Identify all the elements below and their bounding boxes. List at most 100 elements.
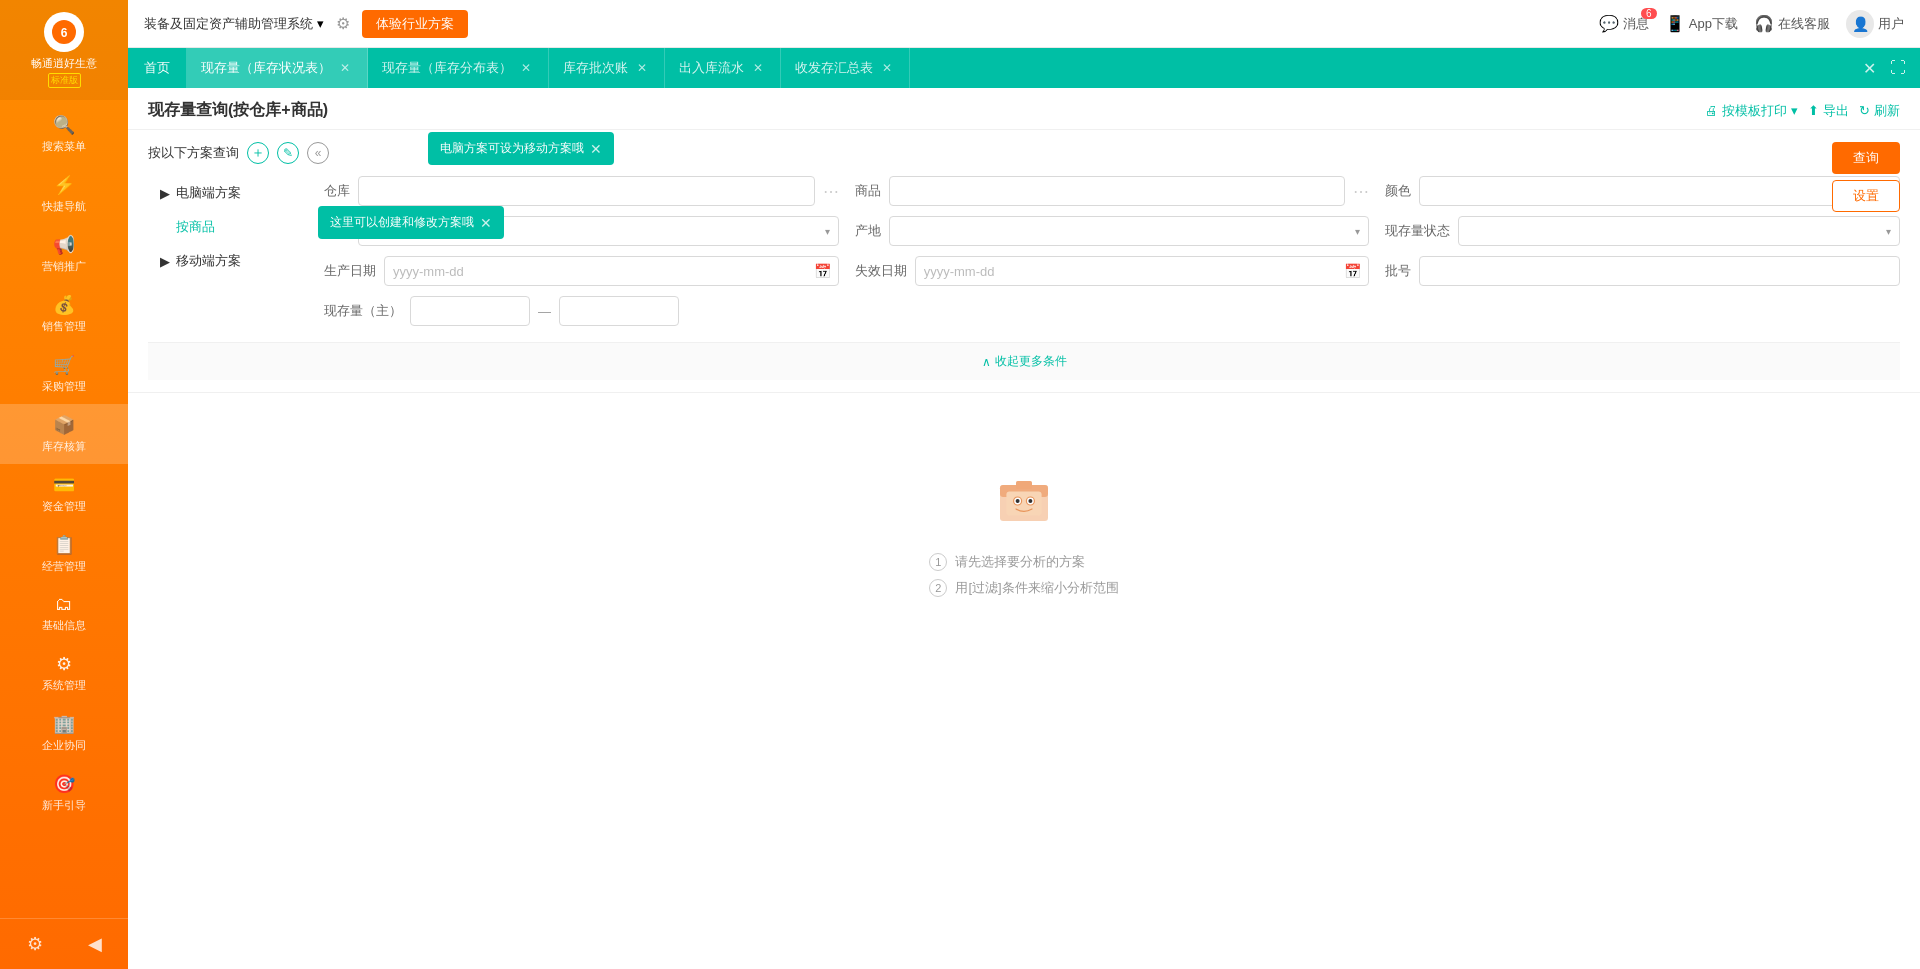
- expire-date-calendar-icon[interactable]: 📅: [1344, 263, 1361, 279]
- header-settings-icon[interactable]: ⚙: [336, 14, 350, 33]
- scheme-tree-desktop-default[interactable]: 按商品: [148, 210, 308, 244]
- scheme-tooltip-close[interactable]: ✕: [590, 141, 602, 157]
- tab-label: 收发存汇总表: [795, 59, 873, 77]
- empty-illustration: [974, 453, 1074, 533]
- stock-qty-min-input[interactable]: [410, 296, 530, 326]
- collapse-up-icon: ∧: [982, 355, 991, 369]
- tab-in-out-flow[interactable]: 出入库流水 ✕: [665, 48, 781, 88]
- filter-row-1: 仓库 ⋯ 商品 ⋯: [324, 176, 1900, 206]
- sidebar-item-enterprise[interactable]: 🏢 企业协同: [0, 703, 128, 763]
- sidebar-item-search[interactable]: 🔍 搜索菜单: [0, 104, 128, 164]
- export-icon: ⬆: [1808, 103, 1819, 118]
- online-service-button[interactable]: 🎧 在线客服: [1754, 14, 1830, 33]
- sidebar-item-finance[interactable]: 💳 资金管理: [0, 464, 128, 524]
- svg-point-8: [1016, 499, 1020, 503]
- filter-back-button[interactable]: «: [307, 142, 329, 164]
- svg-point-9: [1028, 499, 1032, 503]
- sidebar-bottom: ⚙ ◀: [0, 918, 128, 969]
- tip-text-2: 用[过滤]条件来缩小分析范围: [955, 579, 1118, 597]
- top-header: 装备及固定资产辅助管理系统 ▾ ⚙ 体验行业方案 💬 消息 6 📱 App下载 …: [128, 0, 1920, 48]
- export-button[interactable]: ⬆ 导出: [1808, 102, 1849, 120]
- tab-inventory-status[interactable]: 现存量（库存状况表） ✕: [187, 48, 368, 88]
- app-download-button[interactable]: 📱 App下载: [1665, 14, 1738, 33]
- tab-close-icon[interactable]: ✕: [518, 60, 534, 76]
- scheme-tree-desktop[interactable]: ▶ 电脑端方案: [148, 176, 308, 210]
- filter-field-origin: 产地 ▾: [855, 216, 1370, 246]
- system-icon: ⚙: [56, 653, 72, 675]
- print-arrow-icon: ▾: [1791, 103, 1798, 118]
- color-select[interactable]: ▾: [1419, 176, 1900, 206]
- sidebar-collapse-btn[interactable]: ◀: [84, 929, 106, 959]
- warehouse-select[interactable]: [358, 176, 815, 206]
- collapse-bar[interactable]: ∧ 收起更多条件: [148, 342, 1900, 380]
- tab-label: 出入库流水: [679, 59, 744, 77]
- tab-maximize-btn[interactable]: ⛶: [1884, 55, 1912, 81]
- tab-inventory-dist[interactable]: 现存量（库存分布表） ✕: [368, 48, 549, 88]
- print-label: 按模板打印: [1722, 102, 1787, 120]
- tab-minimize-btn[interactable]: ✕: [1857, 55, 1882, 82]
- edit-tooltip-close[interactable]: ✕: [480, 215, 492, 231]
- guide-icon: 🎯: [53, 773, 75, 795]
- sidebar: 6 畅通逍好生意 标准版 🔍 搜索菜单 ⚡ 快捷导航 📢 营销推广 💰 销售管理…: [0, 0, 128, 969]
- sales-icon: 💰: [53, 294, 75, 316]
- system-name-dropdown[interactable]: 装备及固定资产辅助管理系统 ▾: [144, 15, 324, 33]
- batch-input[interactable]: [1419, 256, 1900, 286]
- sidebar-item-label: 基础信息: [42, 618, 86, 633]
- filter-row-2: 尺码 ▾ 产地 ▾: [324, 216, 1900, 246]
- scheme-tree-mobile[interactable]: ▶ 移动端方案: [148, 244, 308, 278]
- marketing-icon: 📢: [53, 234, 75, 256]
- sidebar-item-quick-nav[interactable]: ⚡ 快捷导航: [0, 164, 128, 224]
- refresh-label: 刷新: [1874, 102, 1900, 120]
- user-button[interactable]: 👤 用户: [1846, 10, 1904, 38]
- stock-status-label: 现存量状态: [1385, 222, 1450, 240]
- stock-qty-label: 现存量（主）: [324, 302, 402, 320]
- filter-field-batch: 批号: [1385, 256, 1900, 286]
- tab-close-icon[interactable]: ✕: [337, 60, 353, 76]
- trial-button[interactable]: 体验行业方案: [362, 10, 468, 38]
- sidebar-item-marketing[interactable]: 📢 营销推广: [0, 224, 128, 284]
- print-button[interactable]: 🖨 按模板打印 ▾: [1705, 102, 1798, 120]
- search-icon: 🔍: [53, 114, 75, 136]
- tab-collect-summary[interactable]: 收发存汇总表 ✕: [781, 48, 910, 88]
- sidebar-item-label: 资金管理: [42, 499, 86, 514]
- message-button[interactable]: 💬 消息 6: [1599, 14, 1649, 33]
- sidebar-settings-btn[interactable]: ⚙: [23, 929, 47, 959]
- search-button[interactable]: 查询: [1832, 142, 1900, 174]
- online-service-label: 在线客服: [1778, 15, 1830, 33]
- prod-date-calendar-icon[interactable]: 📅: [814, 263, 831, 279]
- size-arrow-icon: ▾: [825, 226, 830, 237]
- prod-date-input[interactable]: [384, 256, 839, 286]
- sidebar-item-inventory[interactable]: 📦 库存核算: [0, 404, 128, 464]
- sidebar-item-purchase[interactable]: 🛒 采购管理: [0, 344, 128, 404]
- tab-home[interactable]: 首页: [128, 48, 187, 88]
- stock-qty-max-input[interactable]: [559, 296, 679, 326]
- sidebar-item-operations[interactable]: 📋 经营管理: [0, 524, 128, 584]
- sidebar-item-label: 采购管理: [42, 379, 86, 394]
- expire-date-input[interactable]: [915, 256, 1370, 286]
- expand-arrow-icon: ▶: [160, 186, 170, 201]
- export-label: 导出: [1823, 102, 1849, 120]
- stock-status-select[interactable]: ▾: [1458, 216, 1900, 246]
- refresh-button[interactable]: ↻ 刷新: [1859, 102, 1900, 120]
- reset-button[interactable]: 设置: [1832, 180, 1900, 212]
- sidebar-item-guide[interactable]: 🎯 新手引导: [0, 763, 128, 823]
- goods-select[interactable]: [889, 176, 1346, 206]
- tab-batch-account[interactable]: 库存批次账 ✕: [549, 48, 665, 88]
- logo-text: 畅通逍好生意: [31, 56, 97, 71]
- tab-label: 现存量（库存状况表）: [201, 59, 331, 77]
- header-left: 装备及固定资产辅助管理系统 ▾ ⚙ 体验行业方案: [144, 10, 468, 38]
- filter-edit-button[interactable]: ✎: [277, 142, 299, 164]
- app-download-label: App下载: [1689, 15, 1738, 33]
- tab-close-icon[interactable]: ✕: [750, 60, 766, 76]
- sidebar-item-sales[interactable]: 💰 销售管理: [0, 284, 128, 344]
- warehouse-dots-icon[interactable]: ⋯: [823, 182, 839, 201]
- goods-dots-icon[interactable]: ⋯: [1353, 182, 1369, 201]
- sidebar-item-system[interactable]: ⚙ 系统管理: [0, 643, 128, 703]
- tab-close-icon[interactable]: ✕: [634, 60, 650, 76]
- tab-close-icon[interactable]: ✕: [879, 60, 895, 76]
- filter-add-button[interactable]: ＋: [247, 142, 269, 164]
- sidebar-item-basic[interactable]: 🗂 基础信息: [0, 584, 128, 643]
- tab-action-buttons: ✕ ⛶: [1857, 55, 1920, 82]
- sidebar-item-label: 系统管理: [42, 678, 86, 693]
- origin-select[interactable]: ▾: [889, 216, 1370, 246]
